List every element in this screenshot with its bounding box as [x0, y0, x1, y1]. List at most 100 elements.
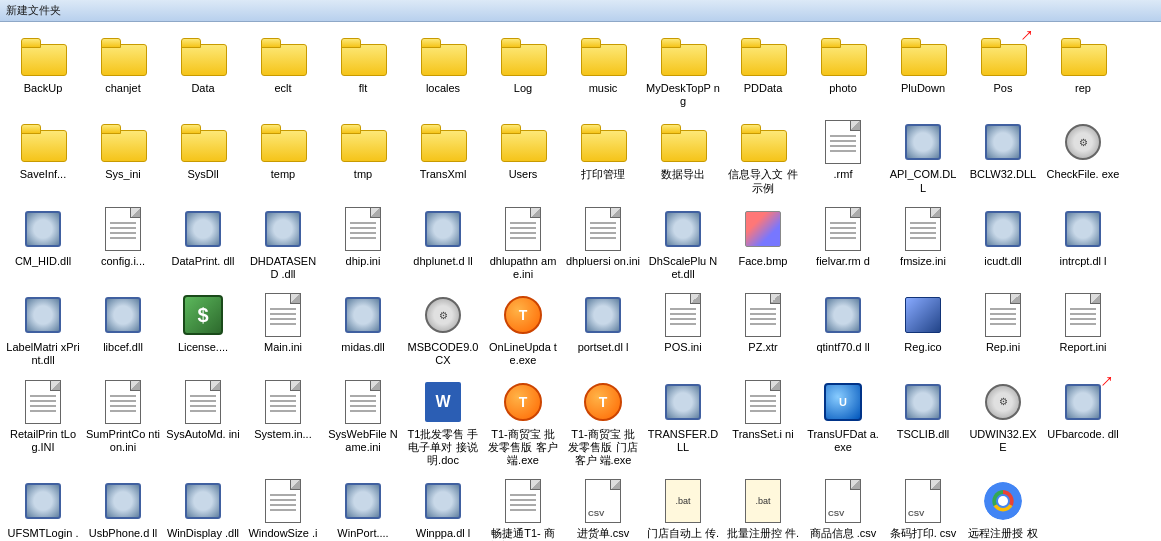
file-item-PluDown[interactable]: PluDown — [884, 28, 962, 112]
file-item-商品信息_csv[interactable]: CSV商品信息 .csv — [804, 473, 882, 541]
file-item-进货单_csv[interactable]: CSV进货单.csv — [564, 473, 642, 541]
file-label-flt: flt — [359, 82, 368, 95]
file-item-rmf[interactable]: .rmf — [804, 114, 882, 198]
file-icon-OnLineUpdate_exe: T — [499, 291, 547, 339]
file-item-Winppa_dll[interactable]: Winppa.dl l — [404, 473, 482, 541]
file-item-fielvar_rmf[interactable]: fielvar.rm d — [804, 201, 882, 285]
file-item-TRANSFER_DLL[interactable]: TRANSFER.D LL — [644, 374, 722, 472]
file-item-TransUFData_exe[interactable]: UTransUFDat a.exe — [804, 374, 882, 472]
file-item-config_i[interactable]: config.i... — [84, 201, 162, 285]
file-item-DataPrint_dll[interactable]: DataPrint. dll — [164, 201, 242, 285]
file-item-dhplupathname_ini[interactable]: dhlupathn ame.ini — [484, 201, 562, 285]
file-item-rep[interactable]: rep — [1044, 28, 1122, 112]
file-item-Pos[interactable]: ↑Pos — [964, 28, 1042, 112]
file-item-Report_ini[interactable]: Report.ini — [1044, 287, 1122, 371]
file-label-Main_ini: Main.ini — [264, 341, 302, 354]
file-item-POS_ini[interactable]: POS.ini — [644, 287, 722, 371]
file-item-dhpluversion_ini[interactable]: dhpluersi on.ini — [564, 201, 642, 285]
file-item-UFSMTLogin_dll[interactable]: UFSMTLogin .dll — [4, 473, 82, 541]
file-label-TransUFData_exe: TransUFDat a.exe — [806, 428, 880, 454]
file-item-UsbPhone_dll[interactable]: UsbPhone.d ll — [84, 473, 162, 541]
file-item-photo[interactable]: photo — [804, 28, 882, 112]
file-label-DataPrint_dll: DataPrint. dll — [172, 255, 235, 268]
file-item-条码打印_csv[interactable]: CSV条码打印. csv — [884, 473, 962, 541]
file-item-TransXml[interactable]: TransXml — [404, 114, 482, 198]
file-item-门店自动上传[interactable]: .bat门店自动上 传.exe — [644, 473, 722, 541]
file-item-Face_bmp[interactable]: Face.bmp — [724, 201, 802, 285]
file-item-eclt[interactable]: eclt — [244, 28, 322, 112]
file-label-MyDeskTopPng: MyDeskTopP ng — [646, 82, 720, 108]
file-item-UFbarcode_dll[interactable]: ↑UFbarcode. dll — [1044, 374, 1122, 472]
file-item-System_in[interactable]: System.in... — [244, 374, 322, 472]
file-icon-条码打印_csv: CSV — [899, 477, 947, 525]
file-label-PZ_xtr: PZ.xtr — [748, 341, 777, 354]
file-icon-qtintf70_dll — [819, 291, 867, 339]
file-item-portset_dll[interactable]: portset.dl l — [564, 287, 642, 371]
file-item-RetailPrintLog_INI[interactable]: RetailPrin tLog.INI — [4, 374, 82, 472]
file-item-flt[interactable]: flt — [324, 28, 402, 112]
file-item-CM_HID_dll[interactable]: CM_HID.dll — [4, 201, 82, 285]
file-item-SysDll[interactable]: SysDll — [164, 114, 242, 198]
file-item-T1商贸宝批发零售版门店客户端[interactable]: TT1-商贸宝 批发零售版 门店客户 端.exe — [564, 374, 642, 472]
file-item-data-export[interactable]: 数据导出 — [644, 114, 722, 198]
file-item-BackUp[interactable]: BackUp — [4, 28, 82, 112]
file-label-UFbarcode_dll: UFbarcode. dll — [1047, 428, 1119, 441]
file-item-Data[interactable]: Data — [164, 28, 242, 112]
file-item-print-mgmt[interactable]: 打印管理 — [564, 114, 642, 198]
file-label-tmp: tmp — [354, 168, 372, 181]
file-item-intrcpt_dl[interactable]: intrcpt.dl l — [1044, 201, 1122, 285]
file-item-Log[interactable]: Log — [484, 28, 562, 112]
file-item-TSCLIB_dll[interactable]: TSCLIB.dll — [884, 374, 962, 472]
file-item-SumPrintContion_ini[interactable]: SumPrintCo ntion.ini — [84, 374, 162, 472]
file-item-DHDATASEND_dll[interactable]: DHDATASEND .dll — [244, 201, 322, 285]
file-item-locales[interactable]: locales — [404, 28, 482, 112]
file-item-API_COM_DL_L[interactable]: API_COM.DL L — [884, 114, 962, 198]
file-item-WinDisplay_dll[interactable]: WinDisplay .dll — [164, 473, 242, 541]
file-item-SysAutoMd_ini[interactable]: SysAutoMd. ini — [164, 374, 242, 472]
file-item-SaveInfo[interactable]: SaveInf... — [4, 114, 82, 198]
file-icon-photo — [819, 32, 867, 80]
file-item-License_o[interactable]: $License.... — [164, 287, 242, 371]
file-item-music[interactable]: music — [564, 28, 642, 112]
file-item-tmp[interactable]: tmp — [324, 114, 402, 198]
file-item-MSBCODE9_0_CX[interactable]: ⚙MSBCODE9.0 CX — [404, 287, 482, 371]
file-item-dhplunet_d[interactable]: dhplunet.d ll — [404, 201, 482, 285]
file-item-Reg_ico[interactable]: Reg.ico — [884, 287, 962, 371]
file-item-远程注册授权[interactable]: 远程注册授 权 — [964, 473, 1042, 541]
file-item-chanjet[interactable]: chanjet — [84, 28, 162, 112]
file-item-PZ_xtr[interactable]: PZ.xtr — [724, 287, 802, 371]
file-item-PDData[interactable]: PDData — [724, 28, 802, 112]
file-item-CheckFile_exe[interactable]: ⚙CheckFile. exe — [1044, 114, 1122, 198]
file-item-midas_dll[interactable]: midas.dll — [324, 287, 402, 371]
file-item-fmsize_ini[interactable]: fmsize.ini — [884, 201, 962, 285]
file-icon-Data — [179, 32, 227, 80]
file-item-icudt_dll[interactable]: icudt.dll — [964, 201, 1042, 285]
file-item-DhScalePluNet_dll[interactable]: DhScalePlu Net.dll — [644, 201, 722, 285]
file-item-LabelMatrixPrint_dll[interactable]: LabelMatri xPrint.dll — [4, 287, 82, 371]
file-item-Rep_ini[interactable]: Rep.ini — [964, 287, 1042, 371]
file-label-POS_ini: POS.ini — [664, 341, 701, 354]
file-item-MyDeskTopPng[interactable]: MyDeskTopP ng — [644, 28, 722, 112]
file-item-WindowSize_ini[interactable]: WindowSize .ini — [244, 473, 322, 541]
file-item-SysWebFileName_ini[interactable]: SysWebFile Name.ini — [324, 374, 402, 472]
file-item-T1商贸宝批发零售版客户端[interactable]: TT1-商贸宝 批发零售版 客户端.exe — [484, 374, 562, 472]
file-item-Main_ini[interactable]: Main.ini — [244, 287, 322, 371]
file-item-OnLineUpdate_exe[interactable]: TOnLineUpda te.exe — [484, 287, 562, 371]
file-item-Users[interactable]: Users — [484, 114, 562, 198]
file-item-UDWIN32_EXE[interactable]: ⚙UDWIN32.EX E — [964, 374, 1042, 472]
file-item-info-import[interactable]: 信息导入文 件示例 — [724, 114, 802, 198]
file-item-批量注册控件[interactable]: .bat批量注册控 件.bat — [724, 473, 802, 541]
file-item-libcef_dll[interactable]: libcef.dll — [84, 287, 162, 371]
file-item-T1批发零售手电子单对接说明[interactable]: WT1批发零售 手电子单对 接说明.doc — [404, 374, 482, 472]
file-item-dhip_ini[interactable]: dhip.ini — [324, 201, 402, 285]
file-item-TransSet_ini[interactable]: TransSet.i ni — [724, 374, 802, 472]
file-item-畅捷通T1[interactable]: 畅捷通T1- 商贸宝批发 零售版.chm — [484, 473, 562, 541]
file-item-Sys_ini[interactable]: Sys_ini — [84, 114, 162, 198]
file-item-temp[interactable]: temp — [244, 114, 322, 198]
file-icon-icudt_dll — [979, 205, 1027, 253]
file-item-WinPort_l[interactable]: WinPort.... — [324, 473, 402, 541]
file-item-BCLW32_DLL[interactable]: BCLW32.DLL — [964, 114, 1042, 198]
file-item-qtintf70_dll[interactable]: qtintf70.d ll — [804, 287, 882, 371]
file-label-eclt: eclt — [274, 82, 291, 95]
file-icon-UFSMTLogin_dll — [19, 477, 67, 525]
